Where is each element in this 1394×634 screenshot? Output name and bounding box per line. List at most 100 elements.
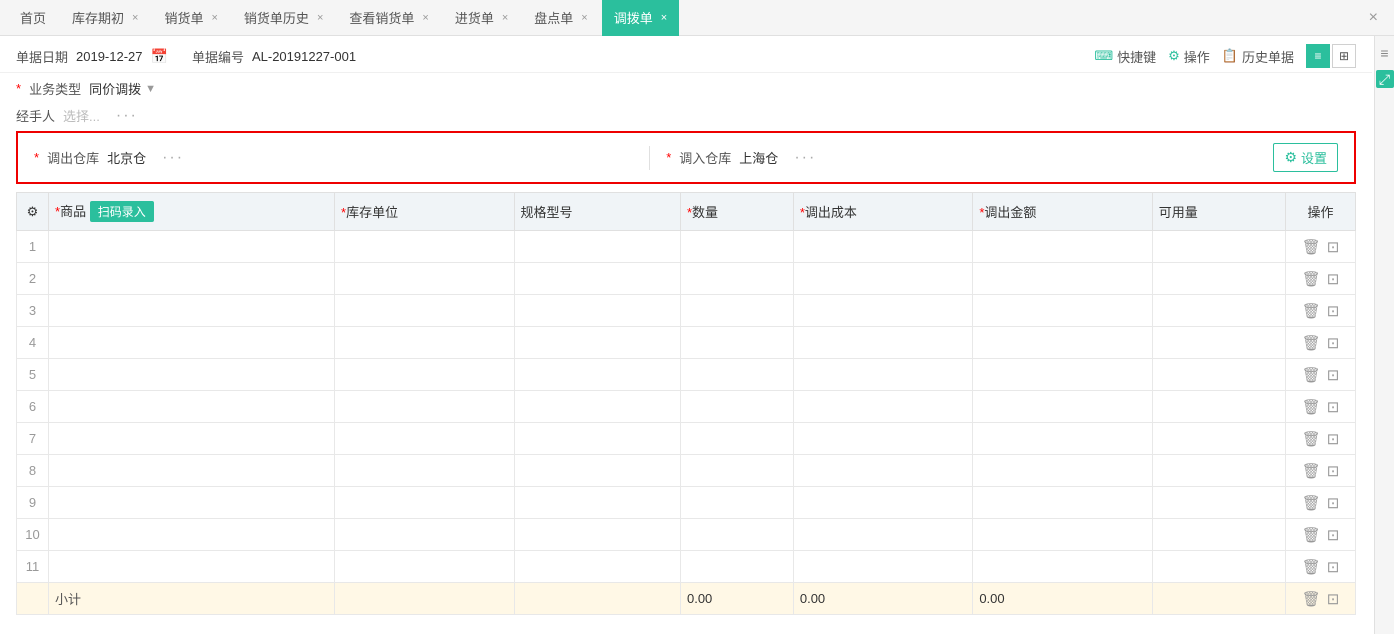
- delete-row-button[interactable]: 🗑: [1302, 398, 1321, 416]
- qty-cell-7[interactable]: [680, 423, 793, 455]
- shortcut-button[interactable]: ⌨ 快捷键: [1094, 47, 1156, 66]
- unit-cell-11[interactable]: [335, 551, 514, 583]
- cost-cell-2[interactable]: [793, 263, 972, 295]
- tab-view-sales[interactable]: 查看销货单 ×: [337, 0, 440, 36]
- product-cell-3[interactable]: [49, 295, 335, 327]
- available-cell-10[interactable]: [1152, 519, 1285, 551]
- copy-row-button[interactable]: ⊡: [1327, 526, 1340, 544]
- transfer-out-more-button[interactable]: ···: [162, 149, 184, 167]
- qty-cell-8[interactable]: [680, 455, 793, 487]
- tab-inventory-init[interactable]: 库存期初 ×: [60, 0, 150, 36]
- available-cell-5[interactable]: [1152, 359, 1285, 391]
- unit-cell-8[interactable]: [335, 455, 514, 487]
- copy-row-button[interactable]: ⊡: [1327, 366, 1340, 384]
- qty-cell-4[interactable]: [680, 327, 793, 359]
- qty-cell-5[interactable]: [680, 359, 793, 391]
- spec-cell-6[interactable]: [514, 391, 680, 423]
- copy-row-button[interactable]: ⊡: [1327, 494, 1340, 512]
- tab-inventory-init-close[interactable]: ×: [132, 12, 138, 24]
- date-value[interactable]: 2019-12-27: [76, 49, 143, 64]
- cost-cell-1[interactable]: [793, 231, 972, 263]
- unit-cell-9[interactable]: [335, 487, 514, 519]
- unit-cell-5[interactable]: [335, 359, 514, 391]
- amount-cell-4[interactable]: [973, 327, 1152, 359]
- unit-cell-2[interactable]: [335, 263, 514, 295]
- copy-row-button[interactable]: ⊡: [1327, 558, 1340, 576]
- product-cell-11[interactable]: [49, 551, 335, 583]
- unit-cell-4[interactable]: [335, 327, 514, 359]
- qty-cell-9[interactable]: [680, 487, 793, 519]
- delete-row-button[interactable]: 🗑: [1302, 462, 1321, 480]
- amount-cell-9[interactable]: [973, 487, 1152, 519]
- copy-row-button[interactable]: ⊡: [1327, 462, 1340, 480]
- sidebar-expand-icon[interactable]: ⤢: [1376, 70, 1394, 88]
- tab-purchase-order[interactable]: 进货单 ×: [443, 0, 520, 36]
- tab-transfer-order-close[interactable]: ×: [661, 12, 667, 24]
- tab-purchase-order-close[interactable]: ×: [502, 12, 508, 24]
- tab-inventory-check[interactable]: 盘点单 ×: [522, 0, 599, 36]
- tab-inventory-check-close[interactable]: ×: [581, 12, 587, 24]
- delete-row-button[interactable]: 🗑: [1302, 366, 1321, 384]
- delete-row-button[interactable]: 🗑: [1302, 430, 1321, 448]
- copy-row-button[interactable]: ⊡: [1327, 334, 1340, 352]
- copy-row-button[interactable]: ⊡: [1327, 398, 1340, 416]
- amount-cell-10[interactable]: [973, 519, 1152, 551]
- amount-cell-8[interactable]: [973, 455, 1152, 487]
- available-cell-9[interactable]: [1152, 487, 1285, 519]
- tab-sales-order[interactable]: 销货单 ×: [152, 0, 229, 36]
- copy-row-button[interactable]: ⊡: [1327, 430, 1340, 448]
- delete-row-button[interactable]: 🗑: [1302, 558, 1321, 576]
- tab-sales-order-close[interactable]: ×: [211, 12, 217, 24]
- tab-transfer-order[interactable]: 调拨单 ×: [602, 0, 679, 36]
- amount-cell-1[interactable]: [973, 231, 1152, 263]
- cost-cell-4[interactable]: [793, 327, 972, 359]
- delete-row-button[interactable]: 🗑: [1302, 526, 1321, 544]
- cost-cell-6[interactable]: [793, 391, 972, 423]
- spec-cell-7[interactable]: [514, 423, 680, 455]
- available-cell-3[interactable]: [1152, 295, 1285, 327]
- window-close-button[interactable]: ×: [1361, 9, 1386, 27]
- product-cell-2[interactable]: [49, 263, 335, 295]
- product-cell-10[interactable]: [49, 519, 335, 551]
- subtotal-copy-icon[interactable]: ⊡: [1327, 590, 1340, 608]
- operations-button[interactable]: ⚙ 操作: [1168, 47, 1210, 66]
- cost-cell-8[interactable]: [793, 455, 972, 487]
- spec-cell-5[interactable]: [514, 359, 680, 391]
- cost-cell-7[interactable]: [793, 423, 972, 455]
- copy-row-button[interactable]: ⊡: [1327, 270, 1340, 288]
- qty-cell-2[interactable]: [680, 263, 793, 295]
- available-cell-4[interactable]: [1152, 327, 1285, 359]
- amount-cell-3[interactable]: [973, 295, 1152, 327]
- qty-cell-6[interactable]: [680, 391, 793, 423]
- available-cell-6[interactable]: [1152, 391, 1285, 423]
- cost-cell-11[interactable]: [793, 551, 972, 583]
- delete-row-button[interactable]: 🗑: [1302, 494, 1321, 512]
- product-cell-9[interactable]: [49, 487, 335, 519]
- scan-button[interactable]: 扫码录入: [90, 201, 154, 222]
- available-cell-2[interactable]: [1152, 263, 1285, 295]
- unit-cell-3[interactable]: [335, 295, 514, 327]
- product-cell-8[interactable]: [49, 455, 335, 487]
- spec-cell-8[interactable]: [514, 455, 680, 487]
- layout-list-button[interactable]: ≡: [1306, 44, 1330, 68]
- amount-cell-7[interactable]: [973, 423, 1152, 455]
- spec-cell-1[interactable]: [514, 231, 680, 263]
- cost-cell-5[interactable]: [793, 359, 972, 391]
- product-cell-7[interactable]: [49, 423, 335, 455]
- product-cell-5[interactable]: [49, 359, 335, 391]
- spec-cell-2[interactable]: [514, 263, 680, 295]
- transfer-out-value[interactable]: 北京仓: [107, 148, 146, 167]
- gear-column-header[interactable]: ⚙: [17, 193, 49, 231]
- product-cell-6[interactable]: [49, 391, 335, 423]
- spec-cell-10[interactable]: [514, 519, 680, 551]
- qty-cell-11[interactable]: [680, 551, 793, 583]
- cost-cell-3[interactable]: [793, 295, 972, 327]
- spec-cell-9[interactable]: [514, 487, 680, 519]
- available-cell-8[interactable]: [1152, 455, 1285, 487]
- amount-cell-6[interactable]: [973, 391, 1152, 423]
- spec-cell-3[interactable]: [514, 295, 680, 327]
- sidebar-list-icon[interactable]: ≡: [1376, 44, 1394, 62]
- business-type-select[interactable]: 同价调拨 ▼: [89, 79, 156, 98]
- available-cell-1[interactable]: [1152, 231, 1285, 263]
- qty-cell-10[interactable]: [680, 519, 793, 551]
